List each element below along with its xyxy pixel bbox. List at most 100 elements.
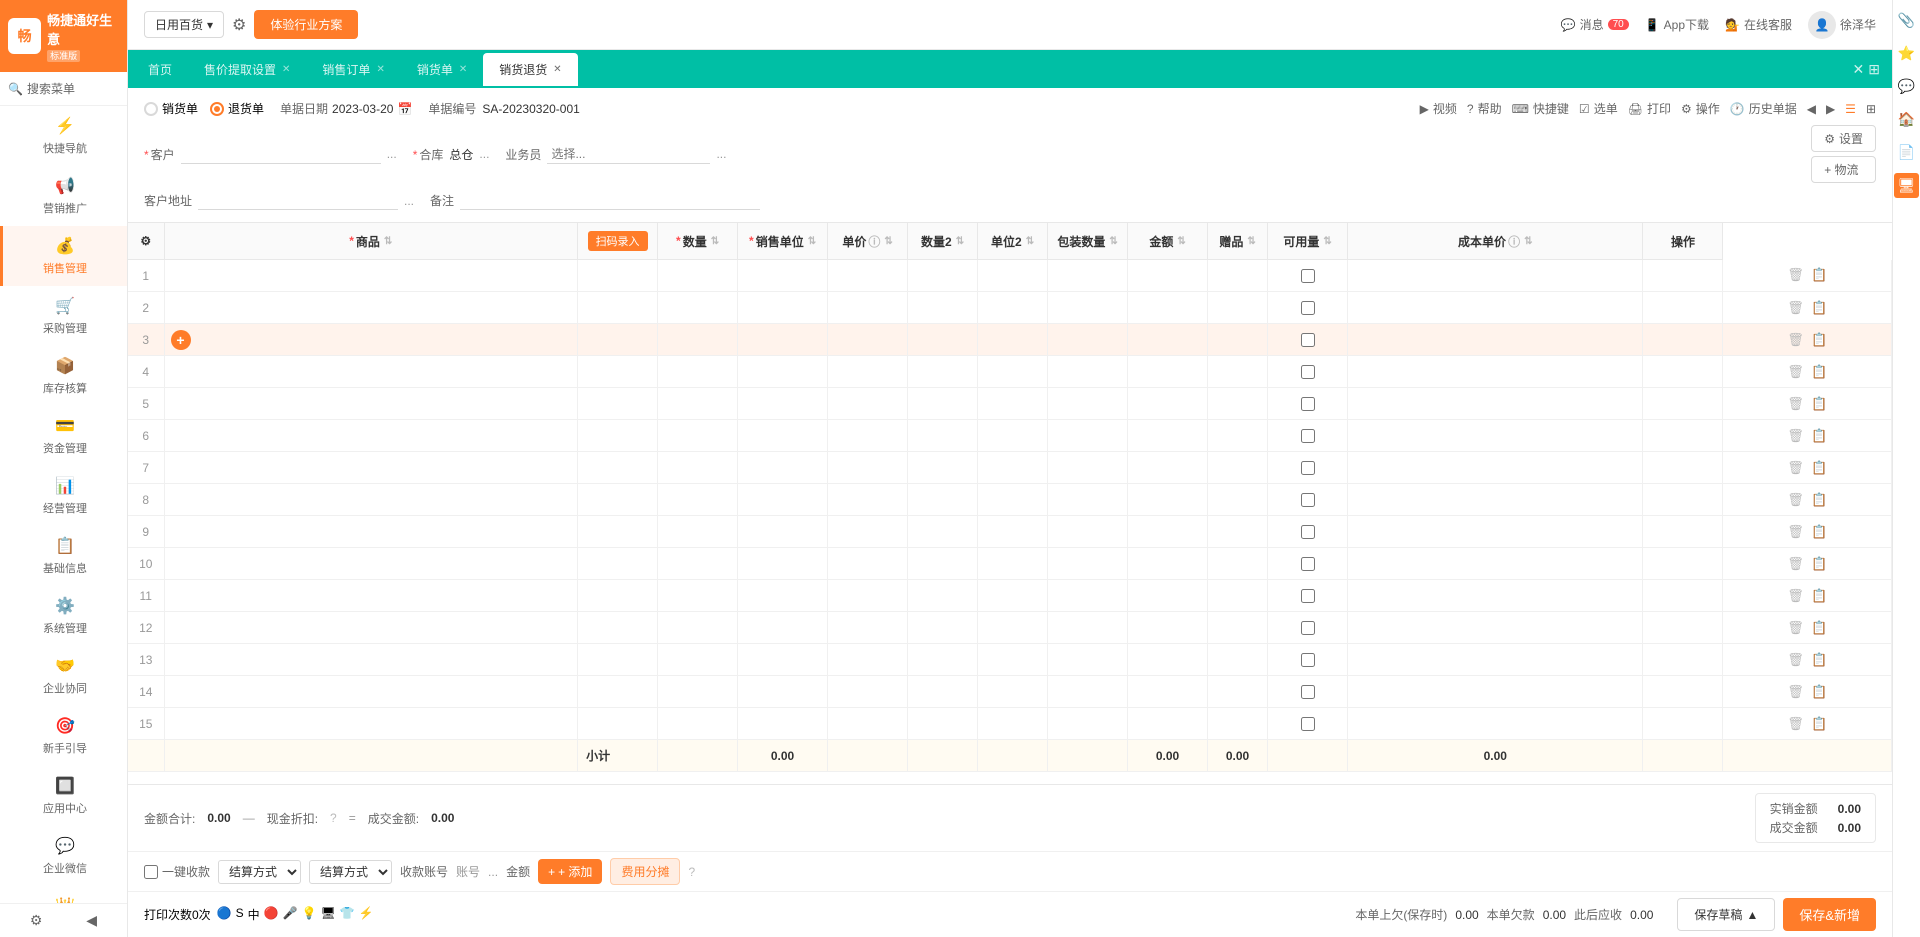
- gift-checkbox[interactable]: [1301, 621, 1315, 635]
- gift-checkbox[interactable]: [1301, 301, 1315, 315]
- row-sales-unit-cell[interactable]: [828, 388, 908, 420]
- copy-row-icon[interactable]: 📋: [1811, 332, 1827, 347]
- delete-row-icon[interactable]: 🗑: [1787, 300, 1804, 315]
- gift-checkbox[interactable]: [1301, 269, 1315, 283]
- delete-row-icon[interactable]: 🗑: [1787, 684, 1804, 699]
- delete-row-icon[interactable]: 🗑: [1787, 492, 1804, 507]
- tab-close-icon[interactable]: ✕: [376, 64, 384, 75]
- warehouse-dots[interactable]: ...: [479, 147, 489, 161]
- tab-sales-return[interactable]: 销货退货 ✕: [483, 53, 577, 86]
- row-product-cell[interactable]: [578, 548, 658, 580]
- info-icon[interactable]: ⓘ: [868, 233, 880, 250]
- tool-icon-5[interactable]: 🎤: [283, 906, 298, 923]
- row-sales-unit-cell[interactable]: [828, 452, 908, 484]
- gift-checkbox[interactable]: [1301, 717, 1315, 731]
- sort-icon[interactable]: ⇅: [711, 236, 719, 247]
- one-click-checkbox[interactable]: [144, 865, 158, 879]
- sort-icon[interactable]: ⇅: [1109, 236, 1117, 247]
- close-all-tabs-icon[interactable]: ✕: [1853, 61, 1865, 78]
- gift-checkbox[interactable]: [1301, 461, 1315, 475]
- sidebar-item-system[interactable]: ⚙️ 系统管理: [0, 586, 127, 646]
- salesperson-input[interactable]: [547, 145, 710, 164]
- tool-icon-8[interactable]: 👕: [340, 906, 355, 923]
- copy-row-icon[interactable]: 📋: [1811, 428, 1827, 443]
- row-sales-unit-cell[interactable]: [828, 484, 908, 516]
- copy-row-icon[interactable]: 📋: [1811, 396, 1827, 411]
- row-sales-unit-cell[interactable]: [828, 324, 908, 356]
- industry-select[interactable]: 日用百货 ▾: [144, 11, 224, 38]
- add-payment-button[interactable]: + + 添加: [538, 859, 602, 884]
- gift-checkbox[interactable]: [1301, 429, 1315, 443]
- sort-icon[interactable]: ⇅: [1177, 236, 1185, 247]
- sidebar-item-finance[interactable]: 💳 资金管理: [0, 406, 127, 466]
- sort-icon[interactable]: ⇅: [1524, 236, 1532, 247]
- sidebar-item-member[interactable]: 👑 畅会员: [0, 886, 127, 903]
- row-sales-unit-cell[interactable]: [828, 260, 908, 292]
- product-input[interactable]: [584, 301, 651, 315]
- copy-row-icon[interactable]: 📋: [1811, 524, 1827, 539]
- row-sales-unit-cell[interactable]: [828, 292, 908, 324]
- toolbar-video[interactable]: ▶ 视频: [1420, 100, 1457, 117]
- row-product-cell[interactable]: [578, 580, 658, 612]
- right-panel-icon-3[interactable]: 💬: [1894, 74, 1919, 99]
- copy-row-icon[interactable]: 📋: [1811, 716, 1827, 731]
- row-sales-unit-cell[interactable]: [828, 708, 908, 740]
- sort-icon[interactable]: ⇅: [1026, 236, 1034, 247]
- gift-checkbox[interactable]: [1301, 525, 1315, 539]
- radio-sales[interactable]: 销货单: [144, 100, 198, 117]
- sort-icon[interactable]: ⇅: [1247, 236, 1255, 247]
- row-qty-cell[interactable]: [738, 548, 828, 580]
- gift-checkbox[interactable]: [1301, 333, 1315, 347]
- sidebar-settings-icon[interactable]: ⚙: [30, 912, 43, 929]
- row-qty-cell[interactable]: [738, 420, 828, 452]
- delete-row-icon[interactable]: 🗑: [1787, 460, 1804, 475]
- copy-row-icon[interactable]: 📋: [1811, 364, 1827, 379]
- gift-checkbox[interactable]: [1301, 365, 1315, 379]
- tab-close-icon[interactable]: ✕: [459, 64, 467, 75]
- cash-discount-help-icon[interactable]: ?: [330, 811, 337, 825]
- row-qty-cell[interactable]: [738, 324, 828, 356]
- toolbar-select[interactable]: ☑ 选单: [1579, 100, 1618, 117]
- list-view-icon[interactable]: ☰: [1845, 102, 1856, 116]
- grid-view-icon[interactable]: ⊞: [1866, 102, 1876, 116]
- gift-checkbox[interactable]: [1301, 493, 1315, 507]
- settings-icon[interactable]: ⚙: [140, 234, 151, 248]
- info-icon[interactable]: ⓘ: [1508, 233, 1520, 250]
- row-product-cell[interactable]: [578, 452, 658, 484]
- sidebar-item-operations[interactable]: 📊 经营管理: [0, 466, 127, 526]
- row-qty-cell[interactable]: [738, 644, 828, 676]
- user-profile[interactable]: 👤 徐泽华: [1808, 11, 1876, 39]
- gift-checkbox[interactable]: [1301, 397, 1315, 411]
- logistics-button[interactable]: + 物流: [1811, 156, 1876, 183]
- row-qty-cell[interactable]: [738, 260, 828, 292]
- row-qty-cell[interactable]: [738, 612, 828, 644]
- delete-row-icon[interactable]: 🗑: [1787, 396, 1804, 411]
- add-row-button[interactable]: +: [171, 330, 191, 350]
- row-sales-unit-cell[interactable]: [828, 420, 908, 452]
- scan-btn[interactable]: 扫码录入: [588, 231, 648, 251]
- row-product-cell[interactable]: [578, 484, 658, 516]
- sidebar-item-marketing[interactable]: 📢 营销推广: [0, 166, 127, 226]
- settle-method-select[interactable]: 结算方式: [218, 860, 301, 884]
- sidebar-item-inventory[interactable]: 📦 库存核算: [0, 346, 127, 406]
- row-qty-cell[interactable]: [738, 292, 828, 324]
- sort-icon[interactable]: ⇅: [884, 236, 892, 247]
- right-panel-icon-2[interactable]: ⭐: [1894, 41, 1919, 66]
- tool-icon-6[interactable]: 💡: [302, 906, 317, 923]
- address-input[interactable]: [198, 191, 398, 210]
- fee-help-icon[interactable]: ?: [688, 865, 695, 879]
- sidebar-item-purchase[interactable]: 🛒 采购管理: [0, 286, 127, 346]
- sidebar-item-basic[interactable]: 📋 基础信息: [0, 526, 127, 586]
- sidebar-item-enterprise[interactable]: 🤝 企业协同: [0, 646, 127, 706]
- trial-plan-button[interactable]: 体验行业方案: [254, 10, 358, 39]
- tool-icon-4[interactable]: 🔴: [264, 906, 279, 923]
- delete-row-icon[interactable]: 🗑: [1787, 364, 1804, 379]
- row-qty-cell[interactable]: [738, 452, 828, 484]
- delete-row-icon[interactable]: 🗑: [1787, 332, 1804, 347]
- topbar-settings-icon[interactable]: ⚙: [232, 15, 246, 35]
- app-download-button[interactable]: 📱 App下载: [1645, 16, 1709, 33]
- right-panel-icon-4[interactable]: 🏠: [1894, 107, 1919, 132]
- row-qty-cell[interactable]: [738, 580, 828, 612]
- row-qty-cell[interactable]: [738, 708, 828, 740]
- account-dots[interactable]: ...: [488, 865, 498, 879]
